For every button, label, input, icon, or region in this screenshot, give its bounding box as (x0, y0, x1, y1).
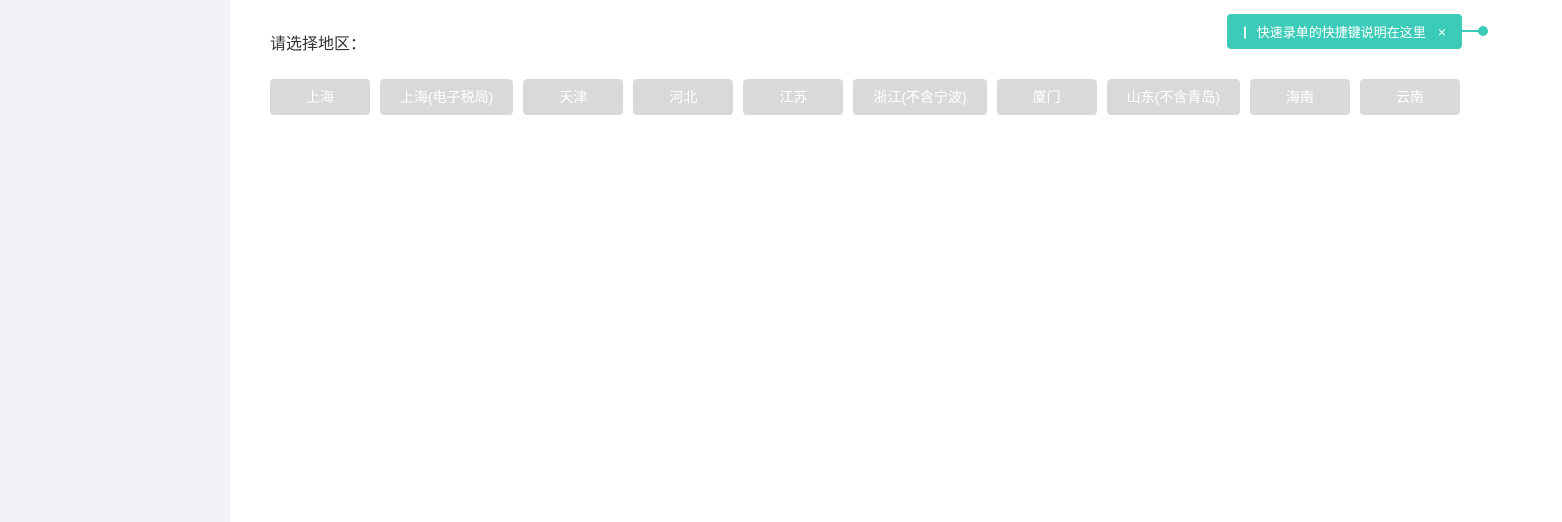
region-button-shandong[interactable]: 山东(不含青岛) (1107, 79, 1240, 115)
region-button-tianjin[interactable]: 天津 (523, 79, 623, 115)
region-button-hebei[interactable]: 河北 (633, 79, 733, 115)
region-button-hainan[interactable]: 海南 (1250, 79, 1350, 115)
tooltip-line (1459, 30, 1479, 32)
tooltip-dot (1478, 26, 1488, 36)
region-button-jiangsu[interactable]: 江苏 (743, 79, 843, 115)
tooltip-text: 快速录单的快捷键说明在这里 (1257, 22, 1426, 41)
sidebar (0, 0, 230, 522)
region-grid: 上海上海(电子税局) 天津河北江苏浙江(不含宁波) 厦门山东(不含青岛) 海南云南 (270, 79, 1522, 115)
region-button-xiamen[interactable]: 厦门 (997, 79, 1097, 115)
tooltip-close-button[interactable]: × (1438, 24, 1446, 40)
region-button-shanghai[interactable]: 上海 (270, 79, 370, 115)
region-button-shanghai-etax[interactable]: 上海(电子税局) (380, 79, 513, 115)
region-button-zhejiang[interactable]: 浙江(不含宁波) (853, 79, 986, 115)
main-content: 请选择地区： 上海上海(电子税局)天津河北江苏浙江(不含宁波)厦门山东(不含青岛… (230, 0, 1562, 522)
tooltip-banner: 快速录单的快捷键说明在这里 × (1227, 14, 1462, 49)
region-button-yunnan[interactable]: 云南 (1360, 79, 1460, 115)
